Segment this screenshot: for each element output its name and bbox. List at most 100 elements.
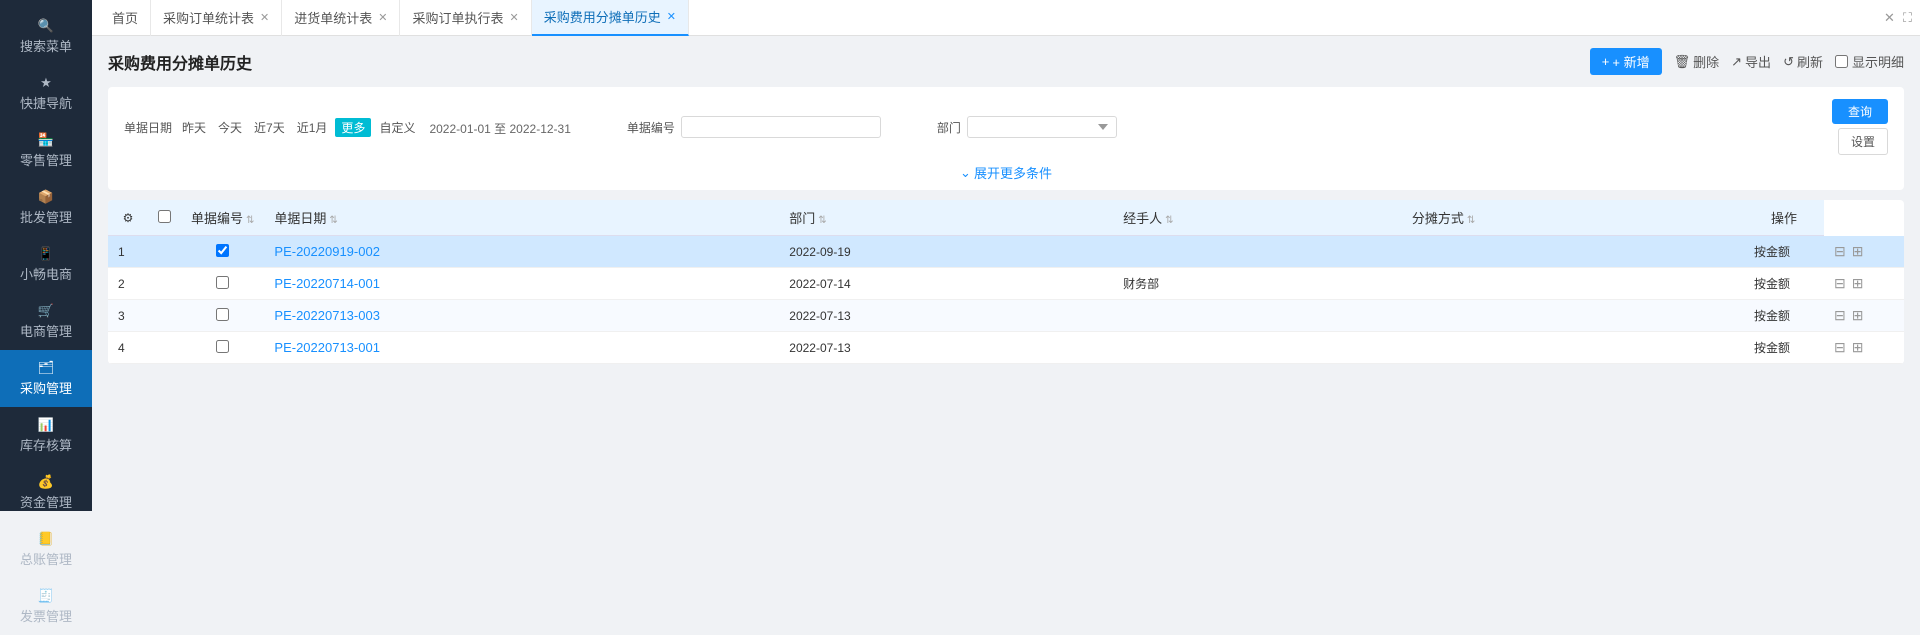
sort-method-icon[interactable]: ⇅ bbox=[1467, 215, 1475, 226]
sort-date-icon[interactable]: ⇅ bbox=[329, 215, 337, 226]
ecom-icon: 📱 bbox=[4, 246, 88, 262]
sidebar-item-ecom[interactable]: 📱 小畅电商 bbox=[0, 236, 92, 293]
dept-filter-select[interactable]: 财务部 bbox=[967, 116, 1117, 138]
date-btn-more[interactable]: 更多 bbox=[335, 118, 371, 137]
tab-purchase-order-stat-close[interactable]: ✕ bbox=[260, 11, 269, 24]
expand-more-btn[interactable]: ⌄ 展开更多条件 bbox=[124, 163, 1888, 182]
sidebar-item-ecom2[interactable]: 🛒 电商管理 bbox=[0, 293, 92, 350]
row-edit-btn-2[interactable]: ⊟ bbox=[1834, 307, 1846, 324]
row-edit-btn-3[interactable]: ⊟ bbox=[1834, 339, 1846, 356]
tab-bar: 首页 采购订单统计表 ✕ 进货单统计表 ✕ 采购订单执行表 ✕ 采购费用分摊单历… bbox=[92, 0, 1920, 36]
table-row: 1 PE-20220919-002 2022-09-19 按金额 ⊟ ⊞ bbox=[108, 236, 1904, 268]
data-table: ⚙ 单据编号⇅ 单据日期⇅ 部门⇅ 经手人⇅ 分摊方式⇅ 操作 1 PE-202… bbox=[108, 200, 1904, 364]
show-detail-checkbox[interactable]: 显示明细 bbox=[1835, 52, 1904, 71]
row-select-3[interactable] bbox=[216, 340, 229, 353]
row-action-group-1: ⊟ ⊞ bbox=[1834, 275, 1894, 292]
row-detail-btn-1[interactable]: ⊞ bbox=[1852, 275, 1864, 292]
tab-goods-stat[interactable]: 进货单统计表 ✕ bbox=[282, 0, 400, 36]
row-date-3: 2022-07-13 bbox=[779, 332, 1113, 364]
export-button[interactable]: ↗ 导出 bbox=[1731, 52, 1771, 71]
sidebar-item-inventory[interactable]: 📊 库存核算 bbox=[0, 407, 92, 464]
row-handler-0 bbox=[1402, 236, 1744, 268]
docnum-filter-label: 单据编号 bbox=[627, 119, 675, 136]
new-icon: + bbox=[1602, 54, 1610, 69]
doc-link-1[interactable]: PE-20220714-001 bbox=[274, 276, 380, 291]
tab-purchase-exec[interactable]: 采购订单执行表 ✕ bbox=[400, 0, 531, 36]
show-detail-input[interactable] bbox=[1835, 55, 1848, 68]
sort-doc-no-icon[interactable]: ⇅ bbox=[246, 215, 254, 226]
row-select-1[interactable] bbox=[216, 276, 229, 289]
date-btn-7days[interactable]: 近7天 bbox=[250, 118, 289, 137]
row-detail-btn-3[interactable]: ⊞ bbox=[1852, 339, 1864, 356]
tab-expand-icon[interactable]: ⛶ bbox=[1903, 10, 1912, 26]
tab-cost-history[interactable]: 采购费用分摊单历史 ✕ bbox=[532, 0, 689, 36]
row-action-group-2: ⊟ ⊞ bbox=[1834, 307, 1894, 324]
sort-handler-icon[interactable]: ⇅ bbox=[1165, 215, 1173, 226]
delete-button[interactable]: 🗑 删除 bbox=[1674, 52, 1720, 71]
doc-link-3[interactable]: PE-20220713-001 bbox=[274, 340, 380, 355]
col-date: 单据日期⇅ bbox=[264, 200, 779, 236]
row-num-0: 1 bbox=[108, 236, 148, 268]
date-btn-yesterday[interactable]: 昨天 bbox=[178, 118, 210, 137]
sidebar-item-search[interactable]: 🔍 搜索菜单 bbox=[0, 8, 92, 65]
row-ops-0: ⊟ ⊞ bbox=[1824, 236, 1904, 268]
sidebar-item-purchase-label: 采购管理 bbox=[4, 378, 88, 397]
col-settings[interactable]: ⚙ bbox=[108, 200, 148, 236]
row-select-2[interactable] bbox=[216, 308, 229, 321]
content-area: 采购费用分摊单历史 + + 新增 🗑 删除 ↗ 导出 ↺ 刷新 bbox=[92, 36, 1920, 511]
row-dept-2 bbox=[1113, 300, 1402, 332]
date-btn-today[interactable]: 今天 bbox=[214, 118, 246, 137]
docnum-filter-input[interactable] bbox=[681, 116, 881, 138]
sort-dept-icon[interactable]: ⇅ bbox=[818, 215, 826, 226]
sidebar-item-invoice[interactable]: 🧾 发票管理 bbox=[0, 578, 92, 635]
col-checkbox[interactable] bbox=[148, 200, 181, 236]
sidebar-item-wholesale[interactable]: 📦 批发管理 bbox=[0, 179, 92, 236]
row-docno-1: PE-20220714-001 bbox=[264, 268, 779, 300]
row-detail-btn-0[interactable]: ⊞ bbox=[1852, 243, 1864, 260]
sidebar-item-finance[interactable]: 💰 资金管理 bbox=[0, 464, 92, 521]
refresh-button[interactable]: ↺ 刷新 bbox=[1783, 52, 1823, 71]
sidebar-item-purchase[interactable]: 🗂 采购管理 bbox=[0, 350, 92, 407]
wholesale-icon: 📦 bbox=[4, 189, 88, 205]
row-select-0[interactable] bbox=[216, 244, 229, 257]
tab-purchase-exec-close[interactable]: ✕ bbox=[510, 11, 519, 24]
tab-home[interactable]: 首页 bbox=[100, 0, 151, 36]
query-settings-group: 查询 设置 bbox=[1832, 99, 1888, 155]
tab-purchase-order-stat-label: 采购订单统计表 bbox=[163, 8, 254, 27]
tab-goods-stat-close[interactable]: ✕ bbox=[378, 11, 387, 24]
row-edit-btn-0[interactable]: ⊟ bbox=[1834, 243, 1846, 260]
filter-area: 单据日期 昨天 今天 近7天 近1月 更多 自定义 2022-01-01 至 2… bbox=[108, 87, 1904, 190]
tab-close-all-icon[interactable]: ✕ bbox=[1884, 10, 1895, 26]
sidebar-item-nav[interactable]: ★ 快捷导航 bbox=[0, 65, 92, 122]
row-detail-btn-2[interactable]: ⊞ bbox=[1852, 307, 1864, 324]
doc-link-0[interactable]: PE-20220919-002 bbox=[274, 244, 380, 259]
row-method-3: 按金额 bbox=[1744, 332, 1824, 364]
sidebar-item-ecom2-label: 电商管理 bbox=[4, 321, 88, 340]
invoice-icon: 🧾 bbox=[4, 588, 88, 604]
page-header: 采购费用分摊单历史 + + 新增 🗑 删除 ↗ 导出 ↺ 刷新 bbox=[108, 48, 1904, 75]
new-label: + 新增 bbox=[1612, 52, 1649, 71]
settings-button[interactable]: 设置 bbox=[1838, 128, 1888, 155]
tab-purchase-order-stat[interactable]: 采购订单统计表 ✕ bbox=[151, 0, 282, 36]
tab-cost-history-close[interactable]: ✕ bbox=[667, 10, 676, 23]
sidebar-item-retail[interactable]: 🏪 零售管理 bbox=[0, 122, 92, 179]
date-btn-custom[interactable]: 自定义 bbox=[375, 118, 419, 137]
row-edit-btn-1[interactable]: ⊟ bbox=[1834, 275, 1846, 292]
row-checkbox-3[interactable] bbox=[181, 332, 264, 364]
row-settings-2 bbox=[148, 300, 181, 332]
row-checkbox-1[interactable] bbox=[181, 268, 264, 300]
date-btn-1month[interactable]: 近1月 bbox=[293, 118, 332, 137]
query-button[interactable]: 查询 bbox=[1832, 99, 1888, 124]
row-settings-1 bbox=[148, 268, 181, 300]
data-table-wrap: ⚙ 单据编号⇅ 单据日期⇅ 部门⇅ 经手人⇅ 分摊方式⇅ 操作 1 PE-202… bbox=[108, 200, 1904, 364]
sidebar-item-ledger[interactable]: 📒 总账管理 bbox=[0, 521, 92, 578]
purchase-icon: 🗂 bbox=[4, 360, 88, 376]
row-checkbox-0[interactable] bbox=[181, 236, 264, 268]
new-button[interactable]: + + 新增 bbox=[1590, 48, 1662, 75]
delete-icon: 🗑 bbox=[1674, 54, 1691, 70]
select-all-checkbox[interactable] bbox=[158, 210, 171, 223]
col-dept: 部门⇅ bbox=[779, 200, 1113, 236]
col-doc-no-label: 单据编号 bbox=[191, 211, 243, 226]
doc-link-2[interactable]: PE-20220713-003 bbox=[274, 308, 380, 323]
row-checkbox-2[interactable] bbox=[181, 300, 264, 332]
